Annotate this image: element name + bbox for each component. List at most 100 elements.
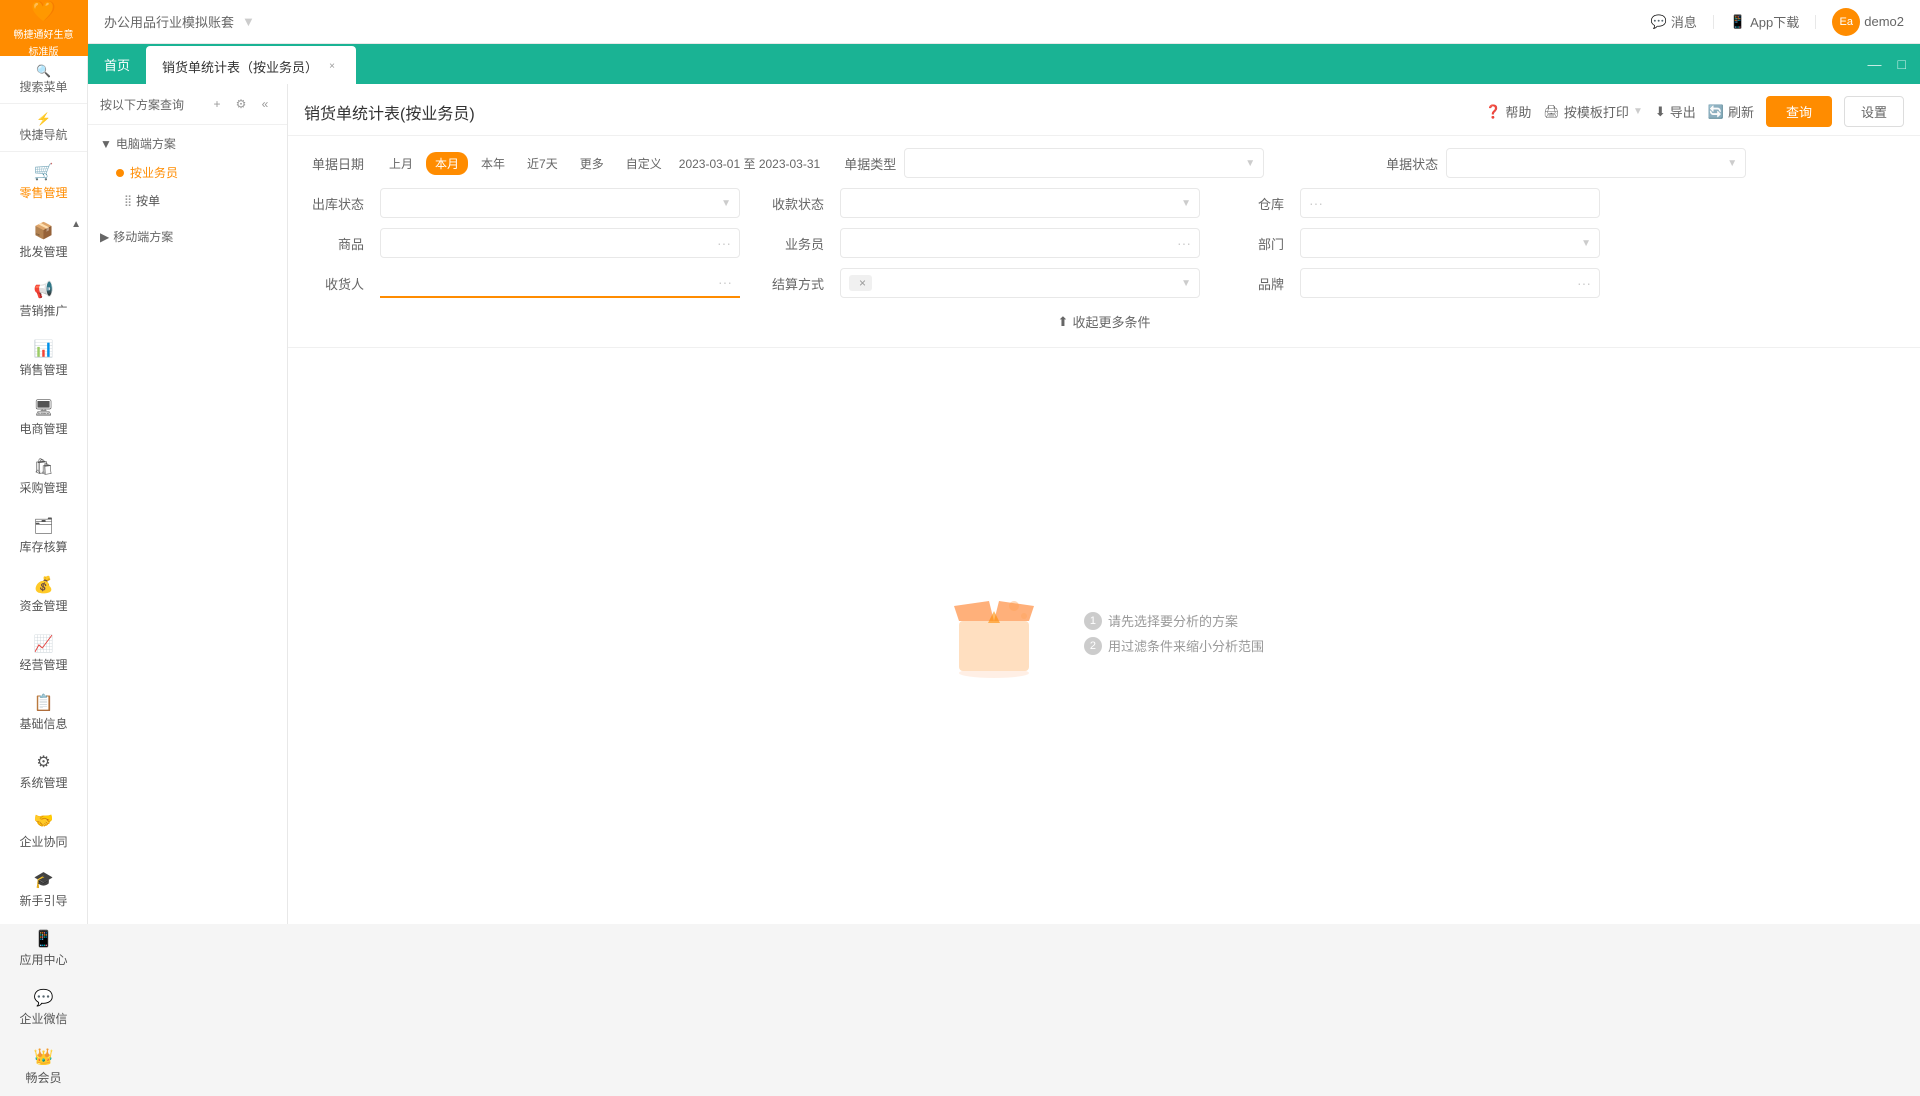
sidebar-item-ecommerce[interactable]: 🖥 电商管理 (0, 388, 87, 447)
hint-text-1: 请先选择要分析的方案 (1108, 611, 1238, 630)
warehouse-select[interactable]: ··· (1300, 188, 1600, 218)
sidebar-search[interactable]: 🔍 搜索菜单 (0, 56, 87, 104)
pc-section-header[interactable]: ▼ 电脑端方案 (88, 129, 287, 158)
empty-state: 1 请先选择要分析的方案 2 用过滤条件来缩小分析范围 (288, 348, 1920, 924)
refresh-btn[interactable]: 🔄 刷新 (1708, 102, 1754, 121)
scheme-item-salesman[interactable]: 按业务员 (88, 158, 287, 187)
avatar: Ea (1832, 8, 1860, 36)
sidebar-item-marketing[interactable]: 📢 营销推广 (0, 270, 87, 329)
salesman-label: 业务员 (764, 234, 824, 253)
query-button[interactable]: 查询 (1766, 96, 1832, 127)
date-buttons: 上月 本月 本年 近7天 更多 自定义 2023-03-01 至 2023-03… (380, 152, 820, 175)
settlement-select[interactable]: × ▼ (840, 268, 1200, 298)
doc-type-select[interactable]: ▼ (904, 148, 1264, 178)
mobile-section-header[interactable]: ▶ 移动端方案 (88, 222, 287, 251)
sidebar-item-operations[interactable]: 📈 经营管理 (0, 624, 87, 683)
tab-active[interactable]: 销货单统计表（按业务员） × (146, 46, 356, 86)
settlement-tag: × (849, 275, 872, 291)
warehouse-dots[interactable]: ··· (1309, 195, 1323, 211)
payment-select[interactable]: ▼ (840, 188, 1200, 218)
print-arrow: ▼ (1633, 106, 1643, 117)
sidebar-item-system[interactable]: ⚙ 系统管理 (0, 742, 87, 801)
member-label: 畅会员 (25, 1071, 61, 1085)
app-download-btn[interactable]: 📱 App下载 (1730, 12, 1799, 31)
wholesale-label: 批发管理 (19, 243, 67, 260)
sales-label: 销售管理 (19, 363, 67, 377)
collaboration-icon: 🤝 (0, 811, 87, 831)
sidebar-item-member[interactable]: 👑 畅会员 (0, 1037, 87, 1096)
scheme-settings-btn[interactable]: ⚙ (231, 94, 251, 114)
sidebar-item-corpwechat[interactable]: 💬 企业微信 (0, 978, 87, 1037)
sidebar-quicknav[interactable]: ⚡ 快捷导航 (0, 104, 87, 152)
settings-button[interactable]: 设置 (1844, 96, 1904, 127)
sidebar-item-inventory[interactable]: 🗂 库存核算 (0, 506, 87, 565)
refresh-icon: 🔄 (1708, 104, 1724, 120)
page-title: 销货单统计表(按业务员) (304, 100, 475, 124)
scheme-dot (116, 169, 124, 177)
brand-select[interactable]: ··· (1300, 268, 1600, 298)
goods-dots[interactable]: ··· (717, 235, 731, 251)
message-btn[interactable]: 💬 消息 (1651, 12, 1697, 31)
sub-icon: ⣿ (124, 194, 132, 207)
stock-select[interactable]: ▼ (380, 188, 740, 218)
sidebar-item-appcenter[interactable]: 📱 应用中心 (0, 919, 87, 978)
sidebar-item-sales[interactable]: 📊 销售管理 (0, 329, 87, 388)
tab-maximize-btn[interactable]: □ (1892, 54, 1912, 74)
date-this-month-btn[interactable]: 本月 (426, 152, 468, 175)
sub-item-order[interactable]: ⣿ 按单 (88, 187, 287, 214)
sidebar-item-collaboration[interactable]: 🤝 企业协同 (0, 801, 87, 860)
hint-num-2: 2 (1084, 637, 1102, 655)
doc-type-label: 单据类型 (836, 154, 896, 173)
date-last-month-btn[interactable]: 上月 (380, 152, 422, 175)
collaboration-label: 企业协同 (19, 835, 67, 849)
goods-select[interactable]: ··· (380, 228, 740, 258)
date-this-year-btn[interactable]: 本年 (472, 152, 514, 175)
tab-minimize-btn[interactable]: — (1862, 54, 1888, 74)
stock-chevron: ▼ (721, 198, 731, 209)
sidebar-item-retail[interactable]: 🛒 零售管理 (0, 152, 87, 211)
sidebar-item-purchase[interactable]: 🛍 采购管理 (0, 447, 87, 506)
sidebar-item-basic[interactable]: 📋 基础信息 (0, 683, 87, 742)
consignee-dots[interactable]: ··· (718, 274, 732, 290)
salesman-select[interactable]: ··· (840, 228, 1200, 258)
date-label: 单据日期 (304, 154, 364, 173)
divider1 (1713, 15, 1714, 29)
basic-icon: 📋 (0, 693, 87, 713)
sidebar-item-finance[interactable]: 💰 资金管理 (0, 565, 87, 624)
app-download-icon: 📱 (1730, 14, 1746, 30)
add-scheme-btn[interactable]: + (207, 94, 227, 114)
date-custom-btn[interactable]: 自定义 (617, 152, 671, 175)
help-label: 帮助 (1505, 102, 1531, 121)
collapse-btn[interactable]: ⬆ 收起更多条件 (1058, 308, 1151, 335)
empty-box-svg (944, 591, 1044, 681)
print-btn[interactable]: 🖨 按模板打印 ▼ (1543, 102, 1642, 121)
dept-select[interactable]: ▼ (1300, 228, 1600, 258)
salesman-dots[interactable]: ··· (1177, 235, 1191, 251)
date-more-btn[interactable]: 更多 (571, 152, 613, 175)
operations-icon: 📈 (0, 634, 87, 654)
collapse-panel-btn[interactable]: « (255, 94, 275, 114)
doc-type-group: 单据类型 ▼ (836, 148, 1362, 178)
breadcrumb-text: 办公用品行业模拟账套 (104, 12, 234, 31)
pc-section-label: 电脑端方案 (116, 135, 176, 152)
help-icon: ❓ (1485, 104, 1501, 120)
export-btn[interactable]: ⬇ 导出 (1655, 102, 1696, 121)
right-panel-header: 销货单统计表(按业务员) ❓ 帮助 🖨 按模板打印 ▼ ⬇ 导出 (288, 84, 1920, 136)
empty-illustration (944, 591, 1044, 681)
export-icon: ⬇ (1655, 104, 1666, 120)
corpwechat-label: 企业微信 (19, 1012, 67, 1026)
date-last7-btn[interactable]: 近7天 (518, 152, 567, 175)
sidebar-item-guide[interactable]: 🎓 新手引导 (0, 860, 87, 919)
settlement-tag-close[interactable]: × (859, 276, 866, 290)
tab-home[interactable]: 首页 (88, 44, 146, 84)
consignee-input[interactable]: ··· (380, 268, 740, 298)
tab-close-btn[interactable]: × (324, 58, 340, 74)
doc-status-select[interactable]: ▼ (1446, 148, 1746, 178)
left-panel-header: 按以下方案查询 + ⚙ « (88, 84, 287, 125)
brand-dots[interactable]: ··· (1577, 275, 1591, 291)
sidebar-item-wholesale[interactable]: 📦 批发管理 ▲ (0, 211, 87, 270)
marketing-icon: 📢 (0, 280, 87, 300)
help-btn[interactable]: ❓ 帮助 (1485, 102, 1531, 121)
left-panel: 按以下方案查询 + ⚙ « ▼ 电脑端方案 按业务员 ⣿ 按单 (88, 84, 288, 924)
user-menu[interactable]: Ea demo2 (1832, 8, 1904, 36)
